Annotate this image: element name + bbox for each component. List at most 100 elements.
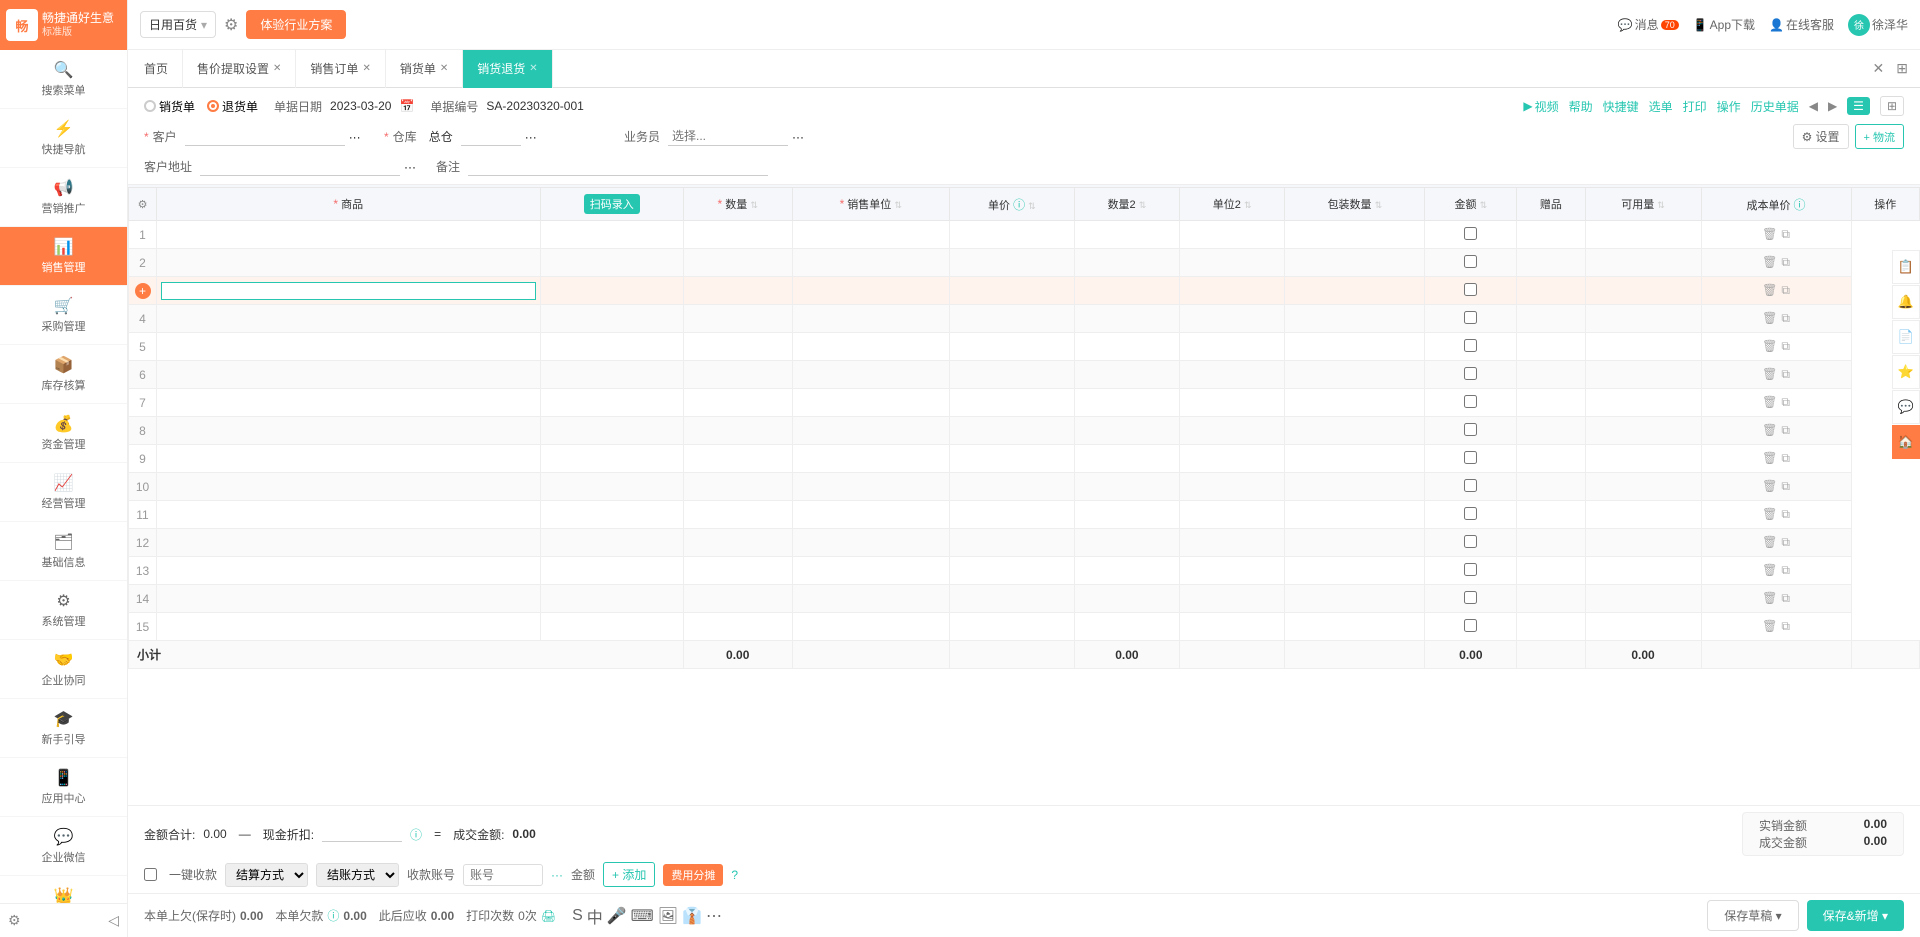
gift-checkbox[interactable] <box>1464 563 1477 576</box>
view-list-icon[interactable]: ☰ <box>1847 97 1870 115</box>
gift-checkbox[interactable] <box>1464 339 1477 352</box>
copy-row-btn[interactable]: ⧉ <box>1781 479 1790 493</box>
staff-select-btn[interactable]: ··· <box>792 130 804 144</box>
rf-note-icon[interactable]: 📋 <box>1892 250 1920 284</box>
price-sort[interactable]: ⇅ <box>1028 201 1036 211</box>
copy-row-btn[interactable]: ⧉ <box>1781 255 1790 269</box>
copy-row-btn[interactable]: ⧉ <box>1781 591 1790 605</box>
copy-row-btn[interactable]: ⧉ <box>1781 563 1790 577</box>
delete-row-btn[interactable]: 🗑 <box>1762 395 1777 409</box>
unit-sort[interactable]: ⇅ <box>894 200 902 210</box>
sidebar-item-shortcut[interactable]: ⚡ 快捷导航 <box>0 109 127 168</box>
gift-checkbox[interactable] <box>1464 479 1477 492</box>
rf-home-icon[interactable]: 🏠 <box>1892 425 1920 459</box>
experience-btn[interactable]: 体验行业方案 <box>246 10 346 39</box>
sidebar-item-basic[interactable]: 🗂 基础信息 <box>0 522 127 581</box>
history-btn[interactable]: 历史单据 <box>1751 98 1799 115</box>
fee-help-icon[interactable]: ? <box>731 868 738 882</box>
customer-input[interactable] <box>185 127 345 146</box>
delete-row-btn[interactable]: 🗑 <box>1762 507 1777 521</box>
sidebar-item-newbie[interactable]: 🎓 新手引导 <box>0 699 127 758</box>
fee-split-btn[interactable]: 费用分摊 <box>663 864 723 886</box>
cost-price-info[interactable]: ⓘ <box>1794 198 1806 212</box>
delete-row-btn[interactable]: 🗑 <box>1762 227 1777 241</box>
sidebar-item-member[interactable]: 👑 畅会员 <box>0 876 127 903</box>
gift-checkbox[interactable] <box>1464 367 1477 380</box>
sidebar-item-wechat[interactable]: 💬 企业微信 <box>0 817 127 876</box>
industry-selector[interactable]: 日用百货 ▾ <box>140 11 216 38</box>
gift-cell[interactable] <box>1425 473 1517 501</box>
gift-cell[interactable] <box>1425 389 1517 417</box>
slip-debt-info[interactable]: ⓘ <box>327 907 339 924</box>
gift-checkbox[interactable] <box>1464 311 1477 324</box>
copy-row-btn[interactable]: ⧉ <box>1781 451 1790 465</box>
delete-row-btn[interactable]: 🗑 <box>1762 339 1777 353</box>
copy-row-btn[interactable]: ⧉ <box>1781 311 1790 325</box>
scan-btn[interactable]: 扫码录入 <box>584 194 640 214</box>
user-item[interactable]: 徐 徐泽华 <box>1848 14 1908 36</box>
tab-price-extract[interactable]: 售价提取设置 ✕ <box>183 50 296 88</box>
gift-checkbox[interactable] <box>1464 591 1477 604</box>
tab-sales-order-close[interactable]: ✕ <box>362 63 370 74</box>
select-btn[interactable]: 选单 <box>1649 98 1673 115</box>
sidebar-item-search[interactable]: 🔍 搜索菜单 <box>0 50 127 109</box>
gift-checkbox[interactable] <box>1464 283 1477 296</box>
copy-row-btn[interactable]: ⧉ <box>1781 619 1790 633</box>
staff-input[interactable] <box>668 127 788 146</box>
delete-row-btn[interactable]: 🗑 <box>1762 423 1777 437</box>
expand-icon[interactable]: ⊞ <box>1892 58 1912 79</box>
gift-checkbox[interactable] <box>1464 395 1477 408</box>
gift-cell[interactable] <box>1425 277 1517 305</box>
hotkey-btn[interactable]: 快捷键 <box>1603 98 1639 115</box>
app-download-item[interactable]: 📱 App下载 <box>1693 16 1755 33</box>
gift-cell[interactable] <box>1425 557 1517 585</box>
tab-sales-slip-close[interactable]: ✕ <box>440 63 448 74</box>
gift-cell[interactable] <box>1425 529 1517 557</box>
tab-price-extract-close[interactable]: ✕ <box>273 63 281 74</box>
sougou-icon[interactable]: S <box>572 907 583 925</box>
delete-row-btn[interactable]: 🗑 <box>1762 451 1777 465</box>
mic-icon[interactable]: 🎤 <box>607 906 627 926</box>
copy-row-btn[interactable]: ⧉ <box>1781 367 1790 381</box>
one-click-collect-checkbox[interactable] <box>144 868 157 881</box>
print-icon[interactable]: 🖨 <box>541 909 556 923</box>
operate-btn[interactable]: 操作 <box>1717 98 1741 115</box>
gift-checkbox[interactable] <box>1464 507 1477 520</box>
gift-checkbox[interactable] <box>1464 255 1477 268</box>
gift-cell[interactable] <box>1425 305 1517 333</box>
save-draft-btn[interactable]: 保存草稿 ▾ <box>1707 900 1798 931</box>
copy-row-btn[interactable]: ⧉ <box>1781 507 1790 521</box>
rf-file-icon[interactable]: 📄 <box>1892 320 1920 354</box>
save-new-btn[interactable]: 保存&新增 ▾ <box>1807 900 1904 931</box>
sidebar-item-purchase[interactable]: 🛒 采购管理 <box>0 286 127 345</box>
gift-cell[interactable] <box>1425 417 1517 445</box>
video-btn[interactable]: ▶ 视频 <box>1523 98 1558 115</box>
calc-method-select[interactable]: 结账方式 <box>316 863 399 887</box>
add-btn[interactable]: + 添加 <box>603 862 655 887</box>
gift-cell[interactable] <box>1425 585 1517 613</box>
copy-row-btn[interactable]: ⧉ <box>1781 395 1790 409</box>
tab-sales-order[interactable]: 销售订单 ✕ <box>296 50 385 88</box>
delete-row-btn[interactable]: 🗑 <box>1762 619 1777 633</box>
gift-cell[interactable] <box>1425 221 1517 249</box>
gift-checkbox[interactable] <box>1464 619 1477 632</box>
more-icon[interactable]: ⋯ <box>706 906 722 926</box>
account-select-btn[interactable]: ··· <box>551 868 563 882</box>
delete-row-btn[interactable]: 🗑 <box>1762 367 1777 381</box>
gift-cell[interactable] <box>1425 361 1517 389</box>
date-picker-icon[interactable]: 📅 <box>399 99 414 113</box>
gift-checkbox[interactable] <box>1464 535 1477 548</box>
product-input[interactable] <box>161 282 536 300</box>
close-all-icon[interactable]: ✕ <box>1869 58 1889 79</box>
amount-sort[interactable]: ⇅ <box>1480 200 1488 210</box>
online-service-item[interactable]: 👤 在线客服 <box>1769 16 1834 33</box>
discount-info-icon[interactable]: ⓘ <box>410 826 422 843</box>
settings-icon[interactable]: ⚙ <box>224 15 238 35</box>
setup-btn[interactable]: ⚙ 设置 <box>1793 124 1849 149</box>
copy-row-btn[interactable]: ⧉ <box>1781 423 1790 437</box>
gift-checkbox[interactable] <box>1464 423 1477 436</box>
radio-return[interactable]: 退货单 <box>207 98 258 115</box>
warehouse-input[interactable] <box>461 127 521 146</box>
th-gear[interactable]: ⚙ <box>129 188 157 221</box>
sidebar-item-apps[interactable]: 📱 应用中心 <box>0 758 127 817</box>
